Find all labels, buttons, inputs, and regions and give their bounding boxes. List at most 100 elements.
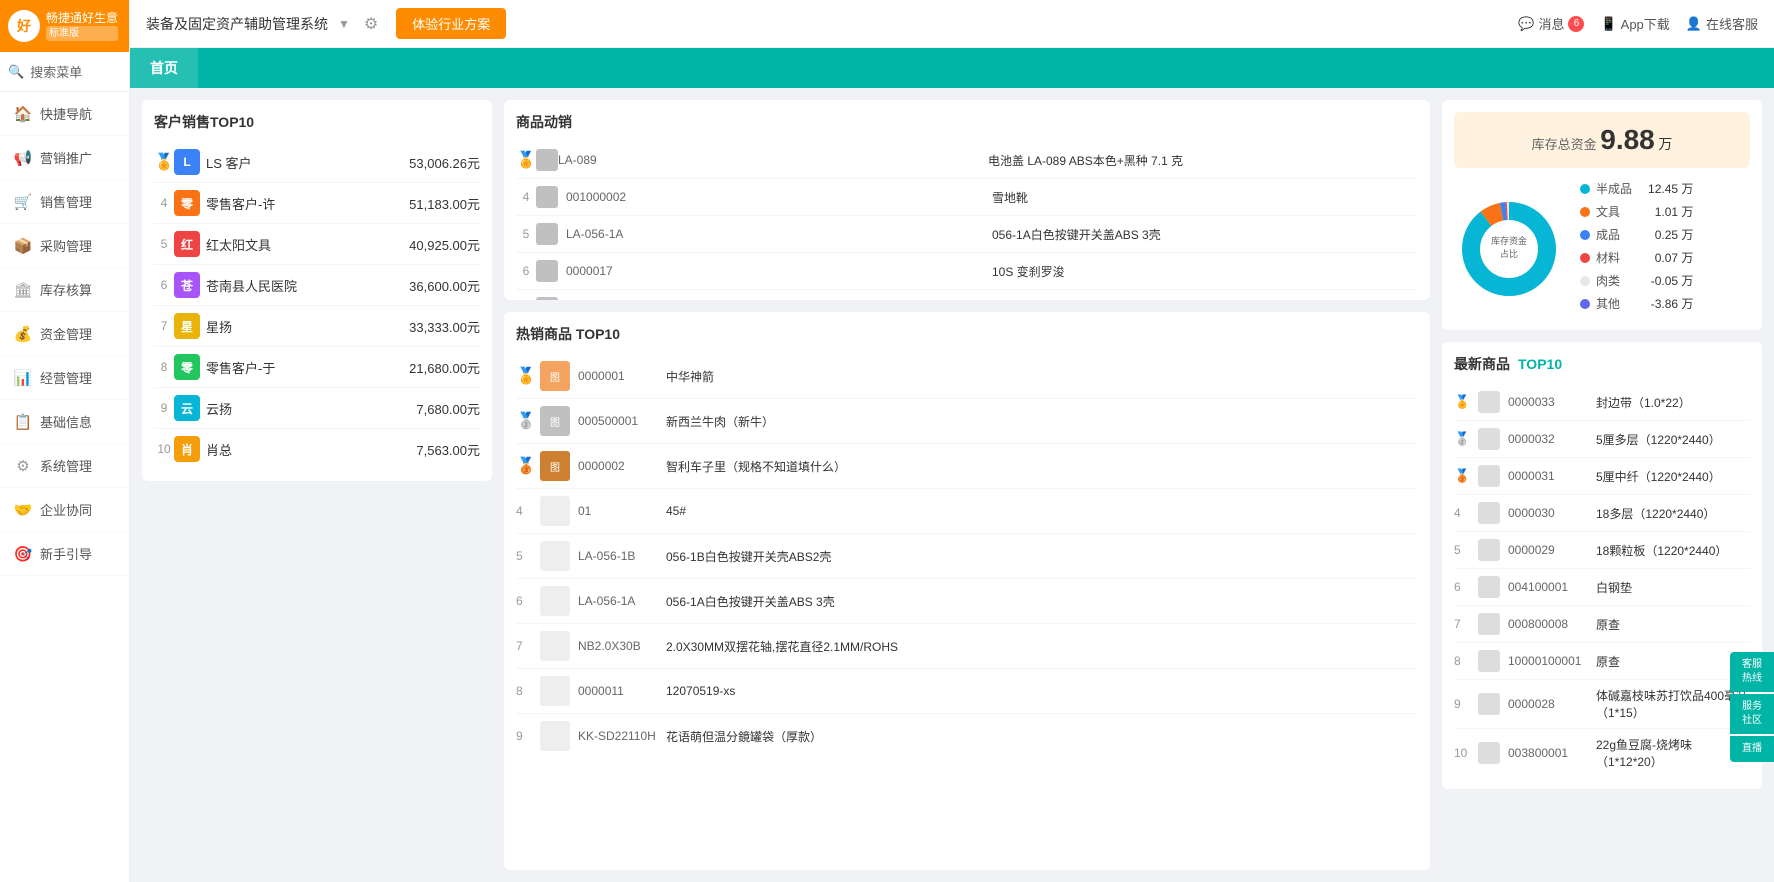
search-menu-button[interactable]: 🔍 搜索菜单 <box>8 62 121 81</box>
tab-home[interactable]: 首页 <box>130 48 198 88</box>
product-img-placeholder <box>536 297 558 300</box>
new-products-title: 最新商品 <box>1454 354 1510 374</box>
product-name: 22g鱼豆腐-烧烤味（1*12*20） <box>1596 736 1750 770</box>
sidebar-item-enterprise[interactable]: 🤝 企业协同 <box>0 488 129 532</box>
content-area: 客户销售TOP10 🏅 L LS 客户 53,006.26元 4 零 零售客 <box>130 88 1774 882</box>
finance-icon: 💰 <box>14 325 32 343</box>
float-btn-community[interactable]: 服务社区 <box>1730 694 1774 734</box>
customer-avatar: 云 <box>174 395 200 421</box>
float-btn-live[interactable]: 直播 <box>1730 736 1774 762</box>
inventory-unit: 万 <box>1658 136 1672 152</box>
product-desc: 雪地靴 <box>992 189 1418 206</box>
customer-name: 云扬 <box>206 399 416 418</box>
new-product-item: 9 0000028 体碱嘉枝味苏打饮品400毫升（1*15） <box>1454 680 1750 729</box>
scroll-item: 🏅 LA-089 电池盖 LA-089 ABS本色+黑种 7.1 克 <box>516 142 1418 179</box>
purchase-icon: 📦 <box>14 237 32 255</box>
middle-column: 商品动销 🏅 LA-089 电池盖 LA-089 ABS本色+黑种 7.1 克 … <box>504 100 1430 870</box>
app-download-button[interactable]: 📱 App下载 <box>1600 14 1669 33</box>
inventory-summary: 库存总资金 9.88 万 <box>1454 112 1750 168</box>
product-desc: 10S 变刹罗浚 <box>992 263 1418 280</box>
rank-number: 🏅 <box>1454 394 1470 410</box>
mobile-icon: 📱 <box>1600 16 1616 32</box>
product-image <box>540 496 570 526</box>
sidebar-item-basic-info[interactable]: 📋 基础信息 <box>0 400 129 444</box>
customer-value: 40,925.00元 <box>409 235 480 254</box>
logo-icon: 好 <box>8 10 40 42</box>
sidebar-item-purchase[interactable]: 📦 采购管理 <box>0 224 129 268</box>
sidebar-item-home[interactable]: 🏠 快捷导航 <box>0 92 129 136</box>
rank-number: 4 <box>154 196 174 210</box>
new-product-item: 7 000800008 原查 <box>1454 606 1750 643</box>
hot-product-item: 🥉 图 0000002 智利车子里（规格不知道填什么） <box>516 444 1418 489</box>
product-name: 5厘多层（1220*2440） <box>1596 431 1750 448</box>
sidebar-item-marketing[interactable]: 📢 营销推广 <box>0 136 129 180</box>
legend-label: 文具 <box>1596 203 1639 220</box>
inventory-icon: 🏛 <box>14 281 32 299</box>
scroll-item: 7 000800005 手机测试 <box>516 290 1418 300</box>
inventory-donut-chart: 库存资金 占比 <box>1454 194 1564 304</box>
sidebar-item-guide[interactable]: 🎯 新手引导 <box>0 532 129 576</box>
rank-number: 5 <box>1454 543 1470 557</box>
product-code: LA-056-1A <box>578 594 658 608</box>
customer-rank-list: 🏅 L LS 客户 53,006.26元 4 零 零售客户-许 51,183.0… <box>154 142 480 469</box>
rank-item: 6 苍 苍南县人民医院 36,600.00元 <box>154 265 480 306</box>
scroll-item: 5 LA-056-1A 056-1A白色按键开关盖ABS 3壳 <box>516 216 1418 253</box>
product-img <box>1478 742 1500 764</box>
sidebar-item-sales[interactable]: 🛒 销售管理 <box>0 180 129 224</box>
sidebar-item-inventory[interactable]: 🏛 库存核算 <box>0 268 129 312</box>
sidebar-item-finance[interactable]: 💰 资金管理 <box>0 312 129 356</box>
product-name: 中华神箭 <box>666 368 1418 385</box>
enterprise-icon: 🤝 <box>14 501 32 519</box>
product-img-placeholder <box>536 260 558 282</box>
message-button[interactable]: 💬 消息 6 <box>1518 14 1584 33</box>
customer-value: 33,333.00元 <box>409 317 480 336</box>
product-name: 花语萌但温分鏡罐袋（厚款） <box>666 728 1418 745</box>
hot-product-item: 8 0000011 12070519-xs <box>516 669 1418 714</box>
customer-avatar: 肖 <box>174 436 200 462</box>
float-btn-hotline[interactable]: 客服热线 <box>1730 652 1774 692</box>
legend-item: 半成品 12.45 万 <box>1580 180 1693 197</box>
hot-product-item: 4 01 45# <box>516 489 1418 534</box>
product-image: 图 <box>540 406 570 436</box>
product-code: 0000001 <box>578 369 658 383</box>
hot-product-item: 6 LA-056-1A 056-1A白色按键开关盖ABS 3壳 <box>516 579 1418 624</box>
topbar: 装备及固定资产辅助管理系统 ▼ ⚙ 体验行业方案 💬 消息 6 📱 App下载 … <box>130 0 1774 48</box>
product-code: 0000029 <box>1508 543 1588 557</box>
sidebar-menu: 🏠 快捷导航 📢 营销推广 🛒 销售管理 📦 采购管理 🏛 库存核算 💰 资金管… <box>0 92 129 576</box>
new-product-item: 🥈 0000032 5厘多层（1220*2440） <box>1454 421 1750 458</box>
product-code: 0000011 <box>578 684 658 698</box>
legend-dot <box>1580 184 1590 194</box>
product-name: 智利车子里（规格不知道填什么） <box>666 458 1418 475</box>
sidebar-item-operations[interactable]: 📊 经营管理 <box>0 356 129 400</box>
sidebar-item-label: 销售管理 <box>40 192 92 211</box>
service-icon: 👤 <box>1686 16 1702 32</box>
sidebar-item-label: 经营管理 <box>40 368 92 387</box>
product-code: 0000017 <box>566 264 992 278</box>
hot-product-item: 5 LA-056-1B 056-1B白色按键开关壳ABS2壳 <box>516 534 1418 579</box>
product-desc: 056-1A白色按键开关盖ABS 3壳 <box>992 226 1418 243</box>
product-scroll-card: 商品动销 🏅 LA-089 电池盖 LA-089 ABS本色+黑种 7.1 克 … <box>504 100 1430 300</box>
rank-item: 8 零 零售客户-于 21,680.00元 <box>154 347 480 388</box>
rank-number: 9 <box>516 729 532 743</box>
product-name: 45# <box>666 504 1418 518</box>
gear-icon[interactable]: ⚙ <box>364 14 378 34</box>
rank-number: 🏅 <box>516 366 532 386</box>
product-code: 10000100001 <box>1508 654 1588 668</box>
online-service-button[interactable]: 👤 在线客服 <box>1686 14 1758 33</box>
topbar-arrow-icon[interactable]: ▼ <box>338 17 350 31</box>
rank-number: 8 <box>516 684 532 698</box>
product-name: 原查 <box>1596 616 1750 633</box>
customer-avatar: 零 <box>174 190 200 216</box>
trial-button[interactable]: 体验行业方案 <box>396 8 506 39</box>
sidebar-item-system[interactable]: ⚙ 系统管理 <box>0 444 129 488</box>
hot-product-item: 🏅 图 0000001 中华神箭 <box>516 354 1418 399</box>
legend-label: 半成品 <box>1596 180 1632 197</box>
legend-label: 肉类 <box>1596 272 1635 289</box>
rank-number: 7 <box>1454 617 1470 631</box>
hot-products-list: 🏅 图 0000001 中华神箭 🥈 图 000 <box>516 354 1418 758</box>
legend-value: 12.45 万 <box>1638 180 1693 197</box>
rank-number: 8 <box>1454 654 1470 668</box>
sidebar: 好 畅捷通好生意 标准版 🔍 搜索菜单 🏠 快捷导航 📢 营销推广 🛒 销售管理… <box>0 0 130 882</box>
product-img <box>1478 502 1500 524</box>
product-img-placeholder <box>536 149 558 171</box>
